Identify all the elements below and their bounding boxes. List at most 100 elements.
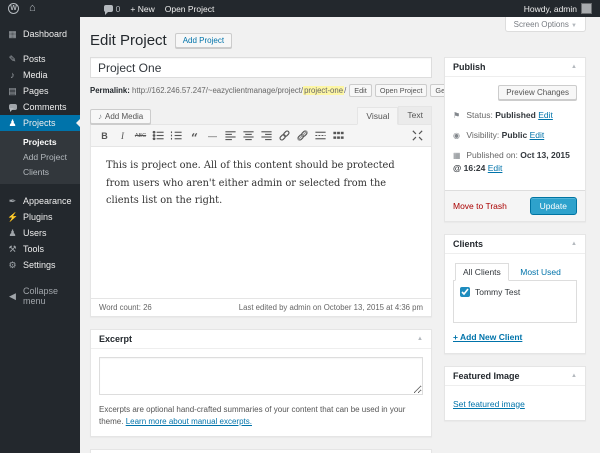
admin-bar-comments[interactable]: 0 (103, 4, 120, 15)
projects-submenu: Projects Add Project Clients (0, 131, 80, 184)
sidebar-item-settings[interactable]: ⚙ Settings (0, 257, 80, 273)
screen-options-label: Screen Options (513, 19, 569, 29)
last-edited: Last edited by admin on October 13, 2015… (238, 303, 423, 312)
tab-visual[interactable]: Visual (357, 107, 399, 125)
excerpt-metabox: Excerpt ▲ Excerpts are optional hand-cra… (90, 329, 432, 437)
set-featured-image-link[interactable]: Set featured image (453, 399, 525, 409)
tab-most-used[interactable]: Most Used (513, 264, 568, 280)
clients-header[interactable]: Clients ▲ (445, 235, 585, 254)
tab-text[interactable]: Text (398, 106, 432, 124)
sidebar-item-appearance[interactable]: ✒ Appearance (0, 193, 80, 209)
publish-title: Publish (453, 62, 486, 72)
insert-link-button[interactable] (276, 128, 293, 143)
admin-bar-new[interactable]: + New (130, 4, 154, 14)
sidebar-item-users[interactable]: ♟ Users (0, 225, 80, 241)
home-icon[interactable]: ⌂ (29, 3, 36, 14)
current-menu-arrow (72, 119, 80, 127)
sidebar-item-dashboard[interactable]: ▦ Dashboard (0, 26, 80, 42)
sidebar-item-label: Plugins (23, 212, 53, 222)
publish-header[interactable]: Publish ▲ (445, 58, 585, 77)
calendar-icon: ▦ (453, 151, 461, 160)
excerpt-textarea[interactable] (99, 357, 423, 395)
edit-published-link[interactable]: Edit (488, 163, 503, 173)
howdy-label: Howdy, admin (523, 3, 577, 14)
align-left-button[interactable] (222, 128, 239, 143)
open-project-button[interactable]: Open Project (374, 84, 428, 97)
collapse-toggle-icon[interactable]: ▲ (417, 336, 423, 342)
visibility-row: ◉ Visibility: Public Edit (453, 129, 577, 142)
client-list-item[interactable]: Tommy Test (460, 286, 570, 297)
remove-link-button[interactable] (294, 128, 311, 143)
admin-bar-open-project[interactable]: Open Project (165, 4, 215, 14)
manual-excerpts-link[interactable]: Learn more about manual excerpts. (126, 417, 252, 426)
post-title-input[interactable] (90, 57, 432, 78)
admin-sidebar: ▦ Dashboard ✎ Posts ♪ Media ▤ Pages Comm… (0, 17, 80, 453)
screen-options-tab[interactable]: Screen Options ▼ (504, 17, 586, 32)
wordpress-admin-screen: W ⌂ 0 + New Open Project Howdy, admin ▦ … (0, 0, 600, 453)
admin-bar-account[interactable]: Howdy, admin (524, 3, 592, 14)
align-right-button[interactable] (258, 128, 275, 143)
published-on-row: ▦ Published on: Oct 13, 2015 @ 16:24 Edi… (453, 149, 577, 175)
edit-permalink-button[interactable]: Edit (349, 84, 372, 97)
edit-visibility-link[interactable]: Edit (530, 130, 545, 140)
bullet-list-button[interactable] (150, 128, 167, 143)
sidebar-item-plugins[interactable]: ⚡ Plugins (0, 209, 80, 225)
comment-bubble-icon (103, 5, 113, 15)
strikethrough-button[interactable]: ABC (132, 128, 149, 143)
submenu-item-projects[interactable]: Projects (0, 134, 80, 149)
featured-image-header[interactable]: Featured Image ▲ (445, 367, 585, 386)
add-project-button[interactable]: Add Project (174, 33, 233, 48)
sidebar-item-tools[interactable]: ⚒ Tools (0, 241, 80, 257)
toolbar-toggle-button[interactable] (330, 128, 347, 143)
fullscreen-icon[interactable] (409, 128, 426, 143)
sidebar-item-label: Pages (23, 86, 49, 96)
permalink-row: Permalink: http://162.246.57.247/~eazycl… (90, 84, 483, 97)
numbered-list-button[interactable] (168, 128, 185, 143)
post-content-text: This is project one. All of this content… (106, 160, 395, 207)
italic-button[interactable]: I (114, 128, 131, 143)
blockquote-button[interactable]: “ (186, 128, 203, 145)
collapse-toggle-icon[interactable]: ▲ (571, 64, 577, 70)
page-title: Edit Project (90, 32, 167, 49)
sidebar-item-posts[interactable]: ✎ Posts (0, 51, 80, 67)
tab-all-clients[interactable]: All Clients (455, 262, 509, 281)
collapse-arrow-icon: ◀ (9, 290, 16, 301)
clients-checklist: Tommy Test (453, 280, 577, 323)
sidebar-item-media[interactable]: ♪ Media (0, 67, 80, 83)
add-new-client-link[interactable]: + Add New Client (453, 332, 522, 342)
users-icon: ♟ (8, 227, 17, 238)
horizontal-rule-button[interactable]: — (204, 128, 221, 143)
appearance-icon: ✒ (8, 195, 17, 206)
plugin-icon: ⚡ (7, 211, 19, 222)
add-media-label: Add Media (105, 112, 144, 121)
pages-icon: ▤ (8, 85, 17, 96)
preview-changes-button[interactable]: Preview Changes (498, 85, 577, 100)
featured-image-title: Featured Image (453, 370, 520, 381)
collapse-toggle-icon[interactable]: ▲ (571, 241, 577, 247)
wordpress-logo-icon[interactable]: W (8, 3, 19, 14)
sidebar-item-label: Tools (23, 244, 45, 254)
collapse-toggle-icon[interactable]: ▲ (571, 373, 577, 379)
sidebar-item-pages[interactable]: ▤ Pages (0, 83, 80, 99)
update-button[interactable]: Update (529, 196, 577, 215)
sidebar-item-projects[interactable]: ♟ Projects (0, 115, 80, 131)
post-status-icon: ⚑ (453, 111, 461, 120)
sidebar-item-label: Comments (23, 102, 67, 112)
editor-toolbar: B I ABC “ — (91, 125, 431, 147)
permalink-slug[interactable]: project-one (303, 86, 345, 95)
more-tag-button[interactable] (312, 128, 329, 143)
publishing-actions: Move to Trash Update (445, 189, 585, 221)
word-count: Word count: 26 (99, 303, 152, 312)
bold-button[interactable]: B (96, 128, 113, 143)
submenu-item-add-project[interactable]: Add Project (0, 149, 80, 164)
excerpt-header[interactable]: Excerpt ▲ (91, 330, 431, 349)
edit-status-link[interactable]: Edit (538, 110, 553, 120)
align-center-button[interactable] (240, 128, 257, 143)
post-content-area[interactable]: This is project one. All of this content… (91, 147, 431, 298)
submenu-item-clients[interactable]: Clients (0, 164, 80, 179)
sidebar-item-comments[interactable]: Comments (0, 99, 80, 115)
move-to-trash-link[interactable]: Move to Trash (453, 201, 507, 211)
client-checkbox[interactable] (460, 286, 470, 297)
add-media-button[interactable]: ♪ Add Media (90, 109, 152, 124)
collapse-menu-button[interactable]: ◀ Collapse menu (0, 283, 80, 309)
